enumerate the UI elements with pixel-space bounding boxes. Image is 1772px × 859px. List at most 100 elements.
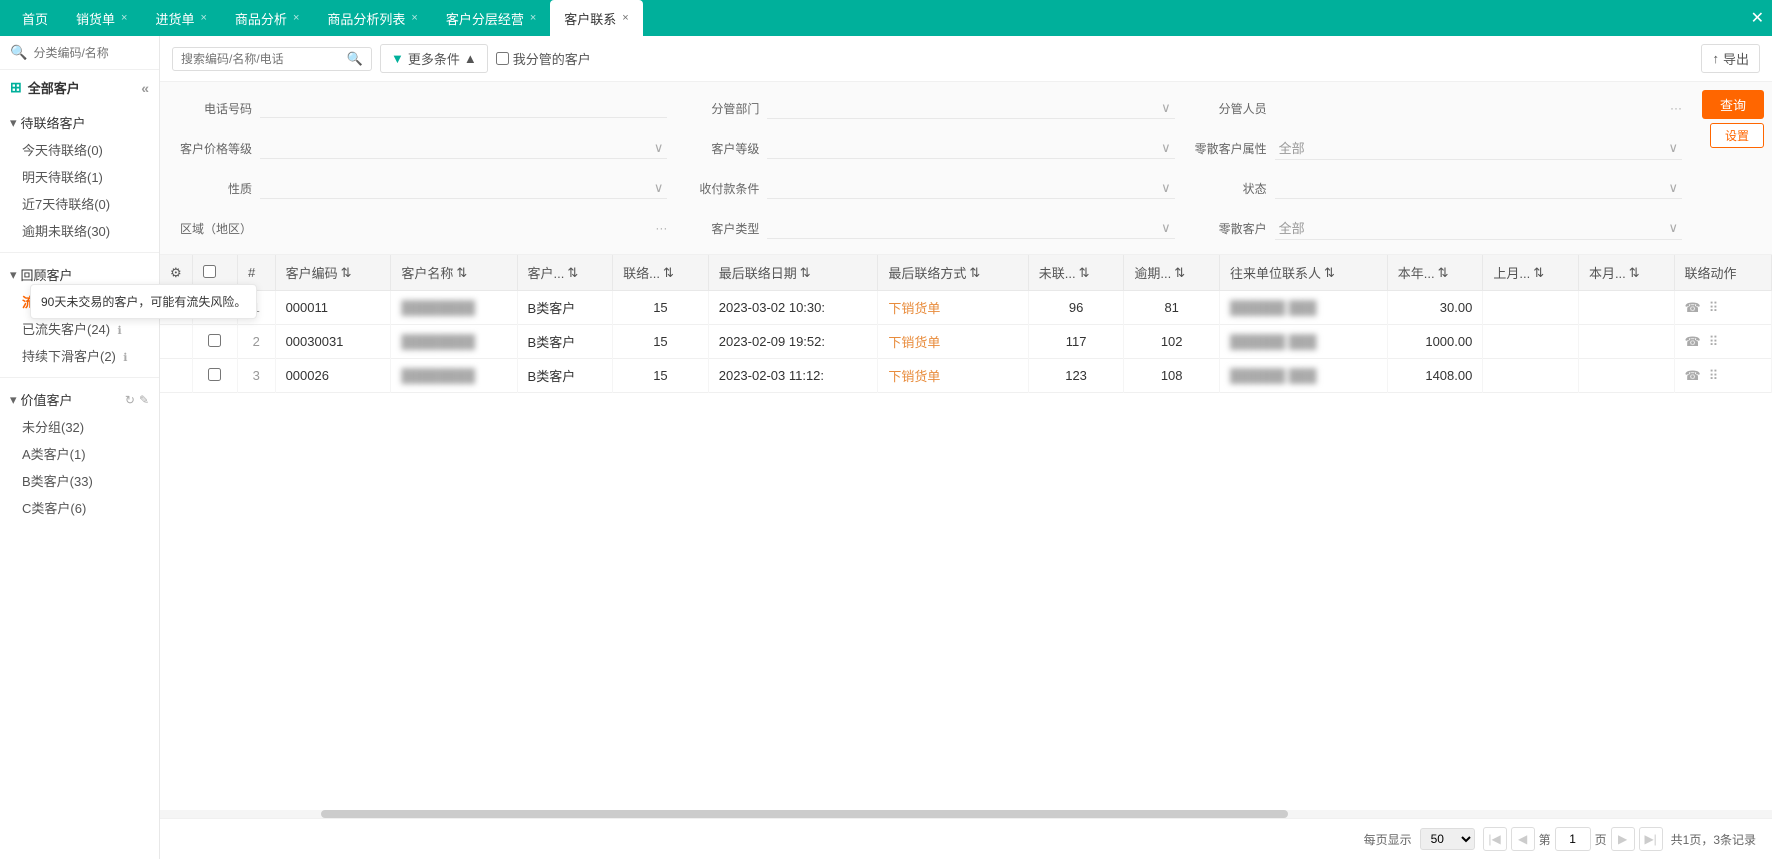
query-button[interactable]: 查询 bbox=[1702, 90, 1764, 119]
person-dots[interactable]: ··· bbox=[1670, 101, 1682, 115]
customer-level-select[interactable]: ∨ bbox=[767, 138, 1174, 159]
page-number-input[interactable] bbox=[1555, 827, 1591, 851]
nature-select[interactable]: ∨ bbox=[260, 178, 667, 199]
select-all-checkbox[interactable] bbox=[203, 265, 216, 278]
row-code: 000011 bbox=[275, 291, 391, 325]
customer-type-select[interactable]: ∨ bbox=[767, 218, 1174, 239]
price-level-select[interactable]: ∨ bbox=[260, 138, 667, 159]
close-icon[interactable]: × bbox=[622, 12, 628, 24]
tab-product-analysis-list[interactable]: 商品分析列表 × bbox=[313, 0, 431, 36]
sidebar-item-tomorrow[interactable]: 明天待联络(1) bbox=[0, 163, 159, 190]
tab-customer-contact[interactable]: 客户联系 × bbox=[550, 0, 642, 36]
sidebar-item-ungroup[interactable]: 未分组(32) bbox=[0, 413, 159, 440]
col-unit-contact[interactable]: 往来单位联系人 ⇅ bbox=[1219, 255, 1387, 291]
sidebar: 🔍 ⊞ 全部客户 « ▾ 待联络客户 今天待联络(0) 明天待联络(1) 近7天 bbox=[0, 36, 160, 859]
contact-way-link[interactable]: 下销货单 bbox=[888, 301, 940, 316]
close-icon[interactable]: × bbox=[530, 12, 536, 24]
col-last-contact-date[interactable]: 最后联络日期 ⇅ bbox=[708, 255, 878, 291]
sidebar-item-classC[interactable]: C类客户(6) bbox=[0, 494, 159, 521]
action-phone-icon[interactable]: ☎ bbox=[1685, 368, 1701, 384]
per-page-label: 每页显示 bbox=[1364, 831, 1412, 848]
col-name[interactable]: 客户名称 ⇅ bbox=[391, 255, 517, 291]
status-select[interactable]: ∨ bbox=[1275, 178, 1682, 199]
sort-icon: ⇅ bbox=[456, 265, 467, 281]
col-contact[interactable]: 联络... ⇅ bbox=[613, 255, 709, 291]
search-box: 🔍 bbox=[172, 47, 372, 71]
sidebar-group-label-value[interactable]: ▾ 价值客户 ↻ ✎ bbox=[0, 386, 159, 413]
search-input[interactable] bbox=[181, 52, 341, 66]
sidebar-item-overdue[interactable]: 逾期未联络(30) bbox=[0, 217, 159, 244]
row-name: ████████ bbox=[391, 325, 517, 359]
close-icon[interactable]: × bbox=[293, 12, 299, 24]
col-type[interactable]: 客户... ⇅ bbox=[517, 255, 613, 291]
col-overdue[interactable]: 逾期... ⇅ bbox=[1124, 255, 1220, 291]
my-customers-checkbox[interactable] bbox=[496, 52, 509, 65]
col-last-month[interactable]: 上月... ⇅ bbox=[1483, 255, 1579, 291]
action-phone-icon[interactable]: ☎ bbox=[1685, 300, 1701, 316]
tab-home[interactable]: 首页 bbox=[8, 0, 62, 36]
prev-page-button[interactable]: ◀ bbox=[1511, 827, 1535, 851]
close-icon[interactable]: × bbox=[200, 12, 206, 24]
sidebar-item-classA[interactable]: A类客户(1) bbox=[0, 440, 159, 467]
col-this-month[interactable]: 本月... ⇅ bbox=[1578, 255, 1674, 291]
sort-icon: ⇅ bbox=[1324, 265, 1335, 281]
info-icon: ℹ bbox=[117, 325, 121, 337]
payment-select[interactable]: ∨ bbox=[767, 178, 1174, 199]
action-more-icon[interactable]: ⠿ bbox=[1709, 368, 1719, 384]
contact-way-link[interactable]: 下销货单 bbox=[888, 369, 940, 384]
sidebar-item-7days[interactable]: 近7天待联络(0) bbox=[0, 190, 159, 217]
dept-select[interactable]: ∨ bbox=[767, 98, 1174, 119]
sidebar-group-value: ▾ 价值客户 ↻ ✎ 未分组(32) A类客户(1) B类客户(33) C类客户… bbox=[0, 382, 159, 525]
my-customers-checkbox-label[interactable]: 我分管的客户 bbox=[496, 49, 591, 68]
first-page-button[interactable]: |◀ bbox=[1483, 827, 1507, 851]
row-this-year: 1000.00 bbox=[1387, 325, 1483, 359]
tab-product-analysis[interactable]: 商品分析 × bbox=[221, 0, 313, 36]
retail-attr-select[interactable]: 全部 ∨ bbox=[1275, 136, 1682, 160]
tab-customer-tier[interactable]: 客户分层经营 × bbox=[432, 0, 550, 36]
col-code[interactable]: 客户编码 ⇅ bbox=[275, 255, 391, 291]
next-page-button[interactable]: ▶ bbox=[1611, 827, 1635, 851]
row-last-contact-date: 2023-02-03 11:12: bbox=[708, 359, 878, 393]
retail-customer-select[interactable]: 全部 ∨ bbox=[1275, 216, 1682, 240]
settings-button[interactable]: 设置 bbox=[1710, 123, 1764, 148]
action-phone-icon[interactable]: ☎ bbox=[1685, 334, 1701, 350]
action-more-icon[interactable]: ⠿ bbox=[1709, 334, 1719, 350]
sidebar-search-input[interactable] bbox=[33, 46, 188, 60]
contact-way-link[interactable]: 下销货单 bbox=[888, 335, 940, 350]
page-navigation: |◀ ◀ 第 页 ▶ ▶| bbox=[1483, 827, 1663, 851]
row-contact: 15 bbox=[613, 359, 709, 393]
arrow-icon: ▾ bbox=[10, 267, 17, 283]
col-last-contact-way[interactable]: 最后联络方式 ⇅ bbox=[878, 255, 1028, 291]
more-conditions-button[interactable]: ▼ 更多条件 ▲ bbox=[380, 44, 488, 73]
tab-sales[interactable]: 销货单 × bbox=[62, 0, 141, 36]
all-customers-label[interactable]: 全部客户 bbox=[28, 78, 80, 97]
row-select-checkbox[interactable] bbox=[208, 368, 221, 381]
close-icon[interactable]: × bbox=[121, 12, 127, 24]
refresh-icon[interactable]: ↻ bbox=[125, 393, 135, 407]
region-dots[interactable]: ··· bbox=[655, 221, 667, 235]
row-select-checkbox[interactable] bbox=[208, 334, 221, 347]
per-page-select[interactable]: 50 20 100 bbox=[1420, 828, 1475, 850]
window-close-button[interactable]: ✕ bbox=[1751, 8, 1764, 28]
edit-icon[interactable]: ✎ bbox=[139, 393, 149, 407]
collapse-icon[interactable]: « bbox=[141, 80, 149, 96]
sidebar-item-classB[interactable]: B类客户(33) bbox=[0, 467, 159, 494]
tab-purchase[interactable]: 进货单 × bbox=[141, 0, 220, 36]
last-page-button[interactable]: ▶| bbox=[1639, 827, 1663, 851]
scroll-thumb[interactable] bbox=[321, 810, 1288, 818]
phone-input[interactable] bbox=[260, 99, 667, 118]
sidebar-item-churned[interactable]: 已流失客户(24) ℹ bbox=[0, 315, 159, 342]
sidebar-item-declining[interactable]: 持续下滑客户(2) ℹ bbox=[0, 342, 159, 369]
sidebar-item-today[interactable]: 今天待联络(0) bbox=[0, 136, 159, 163]
row-overdue: 81 bbox=[1124, 291, 1220, 325]
row-code: 000026 bbox=[275, 359, 391, 393]
close-icon[interactable]: × bbox=[411, 12, 417, 24]
horizontal-scrollbar[interactable] bbox=[160, 810, 1772, 818]
col-this-year[interactable]: 本年... ⇅ bbox=[1387, 255, 1483, 291]
sort-icon: ⇅ bbox=[1438, 265, 1449, 281]
action-more-icon[interactable]: ⠿ bbox=[1709, 300, 1719, 316]
sidebar-group-label-pending[interactable]: ▾ 待联络客户 bbox=[0, 109, 159, 136]
export-button[interactable]: ↑ 导出 bbox=[1701, 44, 1760, 73]
col-no-contact[interactable]: 未联... ⇅ bbox=[1028, 255, 1124, 291]
row-last-month bbox=[1483, 359, 1579, 393]
